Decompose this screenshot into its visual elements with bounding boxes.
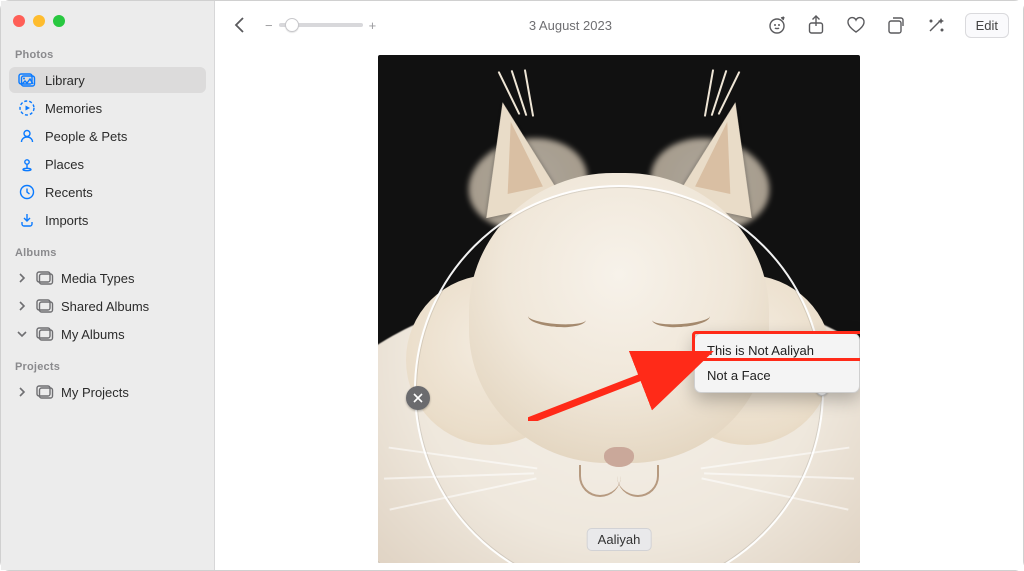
zoom-thumb[interactable]	[285, 18, 299, 32]
minimize-window-button[interactable]	[33, 15, 45, 27]
favorite-button[interactable]	[845, 14, 867, 36]
photo[interactable]: This is Not Aaliyah Not a Face Aaliyah	[378, 55, 860, 563]
album-icon	[35, 269, 55, 287]
sidebar-section-projects: Projects	[9, 357, 206, 377]
imports-icon	[17, 211, 37, 229]
zoom-track[interactable]	[279, 23, 363, 27]
album-icon	[35, 297, 55, 315]
edit-button[interactable]: Edit	[965, 13, 1009, 38]
sidebar-item-label: Shared Albums	[61, 299, 149, 314]
zoom-minus: −	[265, 18, 273, 33]
chevron-right-icon	[17, 299, 29, 314]
sidebar-item-recents[interactable]: Recents	[9, 179, 206, 205]
sidebar-item-library[interactable]: Library	[9, 67, 206, 93]
sidebar-item-memories[interactable]: Memories	[9, 95, 206, 121]
zoom-window-button[interactable]	[53, 15, 65, 27]
sidebar-item-label: Media Types	[61, 271, 134, 286]
sidebar-section-photos: Photos	[9, 45, 206, 65]
sidebar-item-label: Memories	[45, 101, 102, 116]
window-controls	[9, 11, 206, 43]
face-name-chip[interactable]: Aaliyah	[587, 528, 652, 551]
chevron-right-icon	[17, 385, 29, 400]
sidebar-item-media-types[interactable]: Media Types	[9, 265, 206, 291]
sidebar-item-my-albums[interactable]: My Albums	[9, 321, 206, 347]
menu-item-not-person[interactable]: This is Not Aaliyah	[699, 338, 855, 363]
sidebar-item-shared-albums[interactable]: Shared Albums	[9, 293, 206, 319]
sidebar-item-places[interactable]: Places	[9, 151, 206, 177]
main-content: − + 3 August 2023 E	[215, 1, 1023, 570]
recents-icon	[17, 183, 37, 201]
memories-icon	[17, 99, 37, 117]
share-button[interactable]	[805, 14, 827, 36]
face-context-menu: This is Not Aaliyah Not a Face	[694, 333, 860, 393]
sidebar-item-imports[interactable]: Imports	[9, 207, 206, 233]
album-icon	[35, 325, 55, 343]
photo-viewer: This is Not Aaliyah Not a Face Aaliyah	[215, 49, 1023, 570]
places-icon	[17, 155, 37, 173]
zoom-plus: +	[369, 18, 377, 33]
menu-item-not-face[interactable]: Not a Face	[699, 363, 855, 388]
sidebar-item-label: Recents	[45, 185, 93, 200]
chevron-right-icon	[17, 271, 29, 286]
close-window-button[interactable]	[13, 15, 25, 27]
sidebar-item-people-pets[interactable]: People & Pets	[9, 123, 206, 149]
sidebar-item-label: People & Pets	[45, 129, 127, 144]
pet-button[interactable]	[765, 14, 787, 36]
sidebar-item-label: My Projects	[61, 385, 129, 400]
zoom-slider[interactable]: − +	[265, 18, 376, 33]
sidebar-item-label: My Albums	[61, 327, 125, 342]
back-button[interactable]	[229, 14, 251, 36]
people-icon	[17, 127, 37, 145]
auto-enhance-button[interactable]	[925, 14, 947, 36]
library-icon	[17, 71, 37, 89]
sidebar-item-my-projects[interactable]: My Projects	[9, 379, 206, 405]
photo-date: 3 August 2023	[388, 18, 752, 33]
sidebar-item-label: Library	[45, 73, 85, 88]
sidebar-item-label: Imports	[45, 213, 88, 228]
toolbar: − + 3 August 2023 E	[215, 1, 1023, 49]
sidebar-section-albums: Albums	[9, 243, 206, 263]
remove-face-button[interactable]	[406, 386, 430, 410]
chevron-down-icon	[17, 327, 29, 342]
rotate-button[interactable]	[885, 14, 907, 36]
album-icon	[35, 383, 55, 401]
sidebar-item-label: Places	[45, 157, 84, 172]
sidebar: Photos Library Memories People & Pets	[1, 1, 215, 570]
